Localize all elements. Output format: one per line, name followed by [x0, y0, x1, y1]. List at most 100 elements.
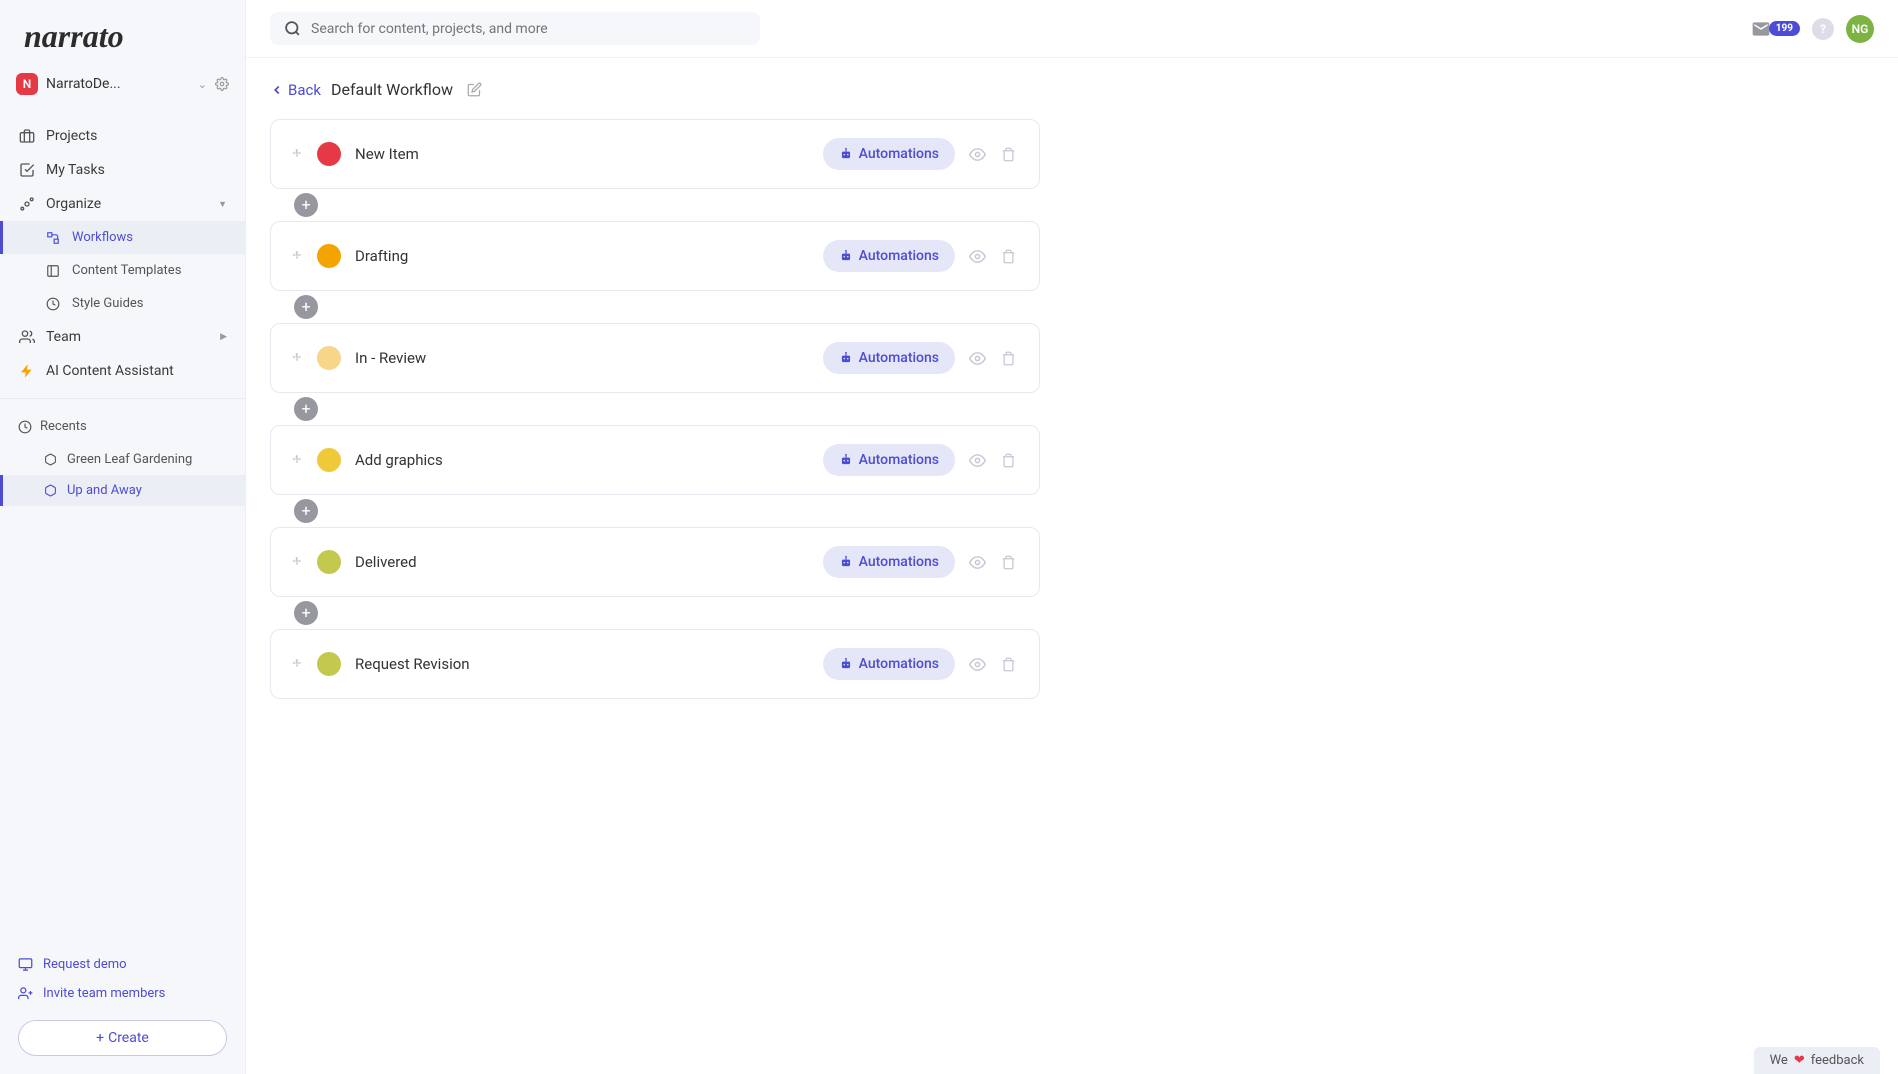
- nav-mytasks[interactable]: My Tasks: [0, 153, 245, 187]
- main: 199 ? NG Back Default Workflow New Item …: [246, 0, 1898, 1074]
- cube-icon: [44, 453, 57, 466]
- request-demo-link[interactable]: Request demo: [18, 950, 227, 979]
- back-link[interactable]: Back: [270, 81, 321, 99]
- drag-handle-icon[interactable]: [291, 148, 303, 160]
- edit-icon[interactable]: [467, 82, 482, 97]
- page-header: Back Default Workflow: [270, 62, 1874, 119]
- nav-ai[interactable]: AI Content Assistant: [0, 354, 245, 388]
- visibility-icon[interactable]: [969, 452, 987, 469]
- automations-button[interactable]: Automations: [823, 648, 955, 680]
- trash-icon[interactable]: [1001, 249, 1019, 264]
- add-stage-between: +: [294, 291, 1040, 323]
- nav-workflows[interactable]: Workflows: [0, 221, 245, 254]
- add-stage-button[interactable]: +: [294, 601, 318, 625]
- visibility-icon[interactable]: [969, 656, 987, 673]
- invite-link[interactable]: Invite team members: [18, 979, 227, 1008]
- search-box[interactable]: [270, 12, 760, 45]
- add-stage-between: +: [294, 393, 1040, 425]
- stage-card: Request Revision Automations: [270, 629, 1040, 699]
- bolt-icon: [18, 363, 36, 379]
- stage-card: Add graphics Automations: [270, 425, 1040, 495]
- stage-color-dot: [317, 448, 341, 472]
- briefcase-icon: [18, 128, 36, 144]
- visibility-icon[interactable]: [969, 554, 987, 571]
- help-button[interactable]: ?: [1812, 18, 1834, 40]
- logo[interactable]: narrato: [0, 0, 245, 63]
- robot-icon: [839, 147, 853, 161]
- content: Back Default Workflow New Item Automatio…: [246, 57, 1898, 1074]
- template-icon: [44, 264, 62, 278]
- monitor-icon: [18, 957, 33, 972]
- automations-button[interactable]: Automations: [823, 444, 955, 476]
- avatar[interactable]: NG: [1846, 15, 1874, 43]
- automations-button[interactable]: Automations: [823, 240, 955, 272]
- drag-handle-icon[interactable]: [291, 658, 303, 670]
- nav-team[interactable]: Team ▶: [0, 320, 245, 354]
- visibility-icon[interactable]: [969, 146, 987, 163]
- stage-color-dot: [317, 346, 341, 370]
- gear-icon[interactable]: [215, 77, 229, 91]
- workspace-switcher[interactable]: N NarratoDe... ⌄: [0, 63, 245, 105]
- stage-name: Add graphics: [355, 451, 809, 469]
- search-input[interactable]: [311, 21, 746, 37]
- robot-icon: [839, 351, 853, 365]
- trash-icon[interactable]: [1001, 555, 1019, 570]
- stage-card: New Item Automations: [270, 119, 1040, 189]
- stage-name: In - Review: [355, 349, 809, 367]
- notifications-button[interactable]: 199: [1751, 19, 1800, 39]
- stage-name: New Item: [355, 145, 809, 163]
- add-stage-button[interactable]: +: [294, 499, 318, 523]
- robot-icon: [839, 453, 853, 467]
- caret-right-icon: ▶: [220, 332, 227, 342]
- sidebar: narrato N NarratoDe... ⌄ Projects My Tas…: [0, 0, 246, 1074]
- feedback-tab[interactable]: We ❤ feedback: [1754, 1047, 1880, 1074]
- automations-button[interactable]: Automations: [823, 342, 955, 374]
- stage-color-dot: [317, 652, 341, 676]
- search-icon: [284, 20, 301, 37]
- stage-color-dot: [317, 244, 341, 268]
- stage-card: Drafting Automations: [270, 221, 1040, 291]
- caret-down-icon: ▼: [218, 199, 227, 210]
- nav-organize[interactable]: Organize ▼: [0, 187, 245, 221]
- robot-icon: [839, 249, 853, 263]
- drag-handle-icon[interactable]: [291, 250, 303, 262]
- chevron-down-icon[interactable]: ⌄: [198, 78, 207, 91]
- create-button[interactable]: + Create: [18, 1020, 227, 1056]
- drag-handle-icon[interactable]: [291, 454, 303, 466]
- visibility-icon[interactable]: [969, 248, 987, 265]
- trash-icon[interactable]: [1001, 453, 1019, 468]
- cube-icon: [44, 484, 57, 497]
- stage-name: Delivered: [355, 553, 809, 571]
- nav-templates[interactable]: Content Templates: [0, 254, 245, 287]
- trash-icon[interactable]: [1001, 657, 1019, 672]
- trash-icon[interactable]: [1001, 351, 1019, 366]
- add-stage-button[interactable]: +: [294, 295, 318, 319]
- nav-projects[interactable]: Projects: [0, 119, 245, 153]
- visibility-icon[interactable]: [969, 350, 987, 367]
- user-plus-icon: [18, 986, 33, 1001]
- envelope-icon: [1751, 19, 1771, 39]
- page-title: Default Workflow: [331, 80, 453, 99]
- add-stage-button[interactable]: +: [294, 397, 318, 421]
- automations-button[interactable]: Automations: [823, 546, 955, 578]
- add-stage-button[interactable]: +: [294, 193, 318, 217]
- stage-name: Request Revision: [355, 655, 809, 673]
- workflow-icon: [44, 231, 62, 245]
- automations-button[interactable]: Automations: [823, 138, 955, 170]
- workspace-badge: N: [16, 73, 38, 95]
- sidebar-footer: Request demo Invite team members + Creat…: [0, 936, 245, 1074]
- drag-handle-icon[interactable]: [291, 556, 303, 568]
- drag-handle-icon[interactable]: [291, 352, 303, 364]
- recents-label: Recents: [0, 409, 245, 444]
- workspace-name: NarratoDe...: [46, 76, 190, 92]
- workflow-list: New Item Automations + Drafting Automati…: [270, 119, 1040, 699]
- stage-card: Delivered Automations: [270, 527, 1040, 597]
- sliders-icon: [18, 196, 36, 212]
- robot-icon: [839, 657, 853, 671]
- styleguide-icon: [44, 297, 62, 311]
- trash-icon[interactable]: [1001, 147, 1019, 162]
- recent-item[interactable]: Green Leaf Gardening: [0, 444, 245, 475]
- add-stage-between: +: [294, 495, 1040, 527]
- nav-styleguides[interactable]: Style Guides: [0, 287, 245, 320]
- recent-item[interactable]: Up and Away: [0, 475, 245, 506]
